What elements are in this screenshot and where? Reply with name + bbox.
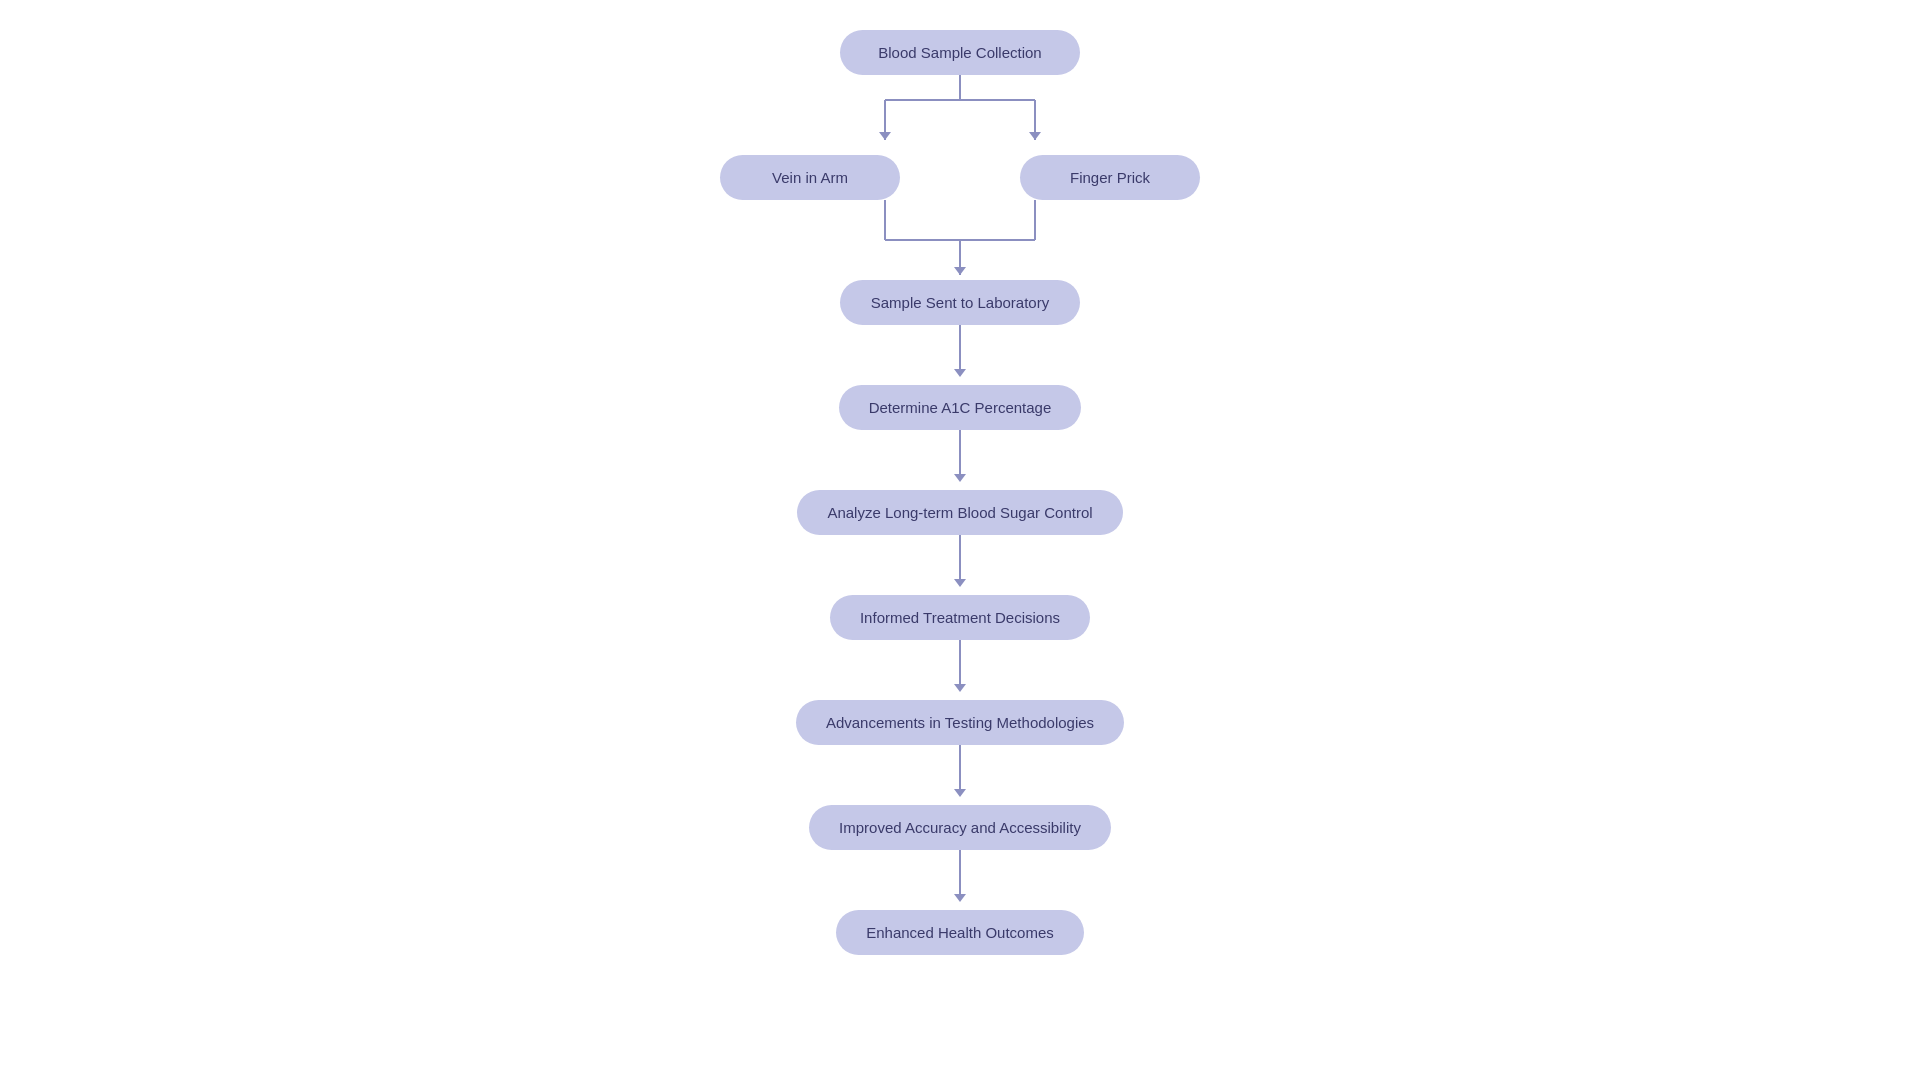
node-vein-in-arm-label: Vein in Arm <box>772 169 848 186</box>
node-determine-a1c-label: Determine A1C Percentage <box>869 399 1052 416</box>
svg-marker-20 <box>954 789 966 797</box>
svg-marker-22 <box>954 894 966 902</box>
svg-marker-18 <box>954 684 966 692</box>
node-enhanced-label: Enhanced Health Outcomes <box>866 924 1054 941</box>
node-informed-label: Informed Treatment Decisions <box>860 609 1060 626</box>
node-improved: Improved Accuracy and Accessibility <box>809 805 1111 850</box>
connector-4 <box>950 640 970 700</box>
node-determine-a1c: Determine A1C Percentage <box>839 385 1082 430</box>
connector-1 <box>950 325 970 385</box>
node-sample-sent-label: Sample Sent to Laboratory <box>871 294 1049 311</box>
node-finger-prick-label: Finger Prick <box>1070 169 1150 186</box>
svg-marker-10 <box>954 267 966 275</box>
connector-2 <box>950 430 970 490</box>
connector-3 <box>950 535 970 595</box>
branch-out-svg <box>800 75 1120 155</box>
node-advancements: Advancements in Testing Methodologies <box>796 700 1124 745</box>
node-improved-label: Improved Accuracy and Accessibility <box>839 819 1081 836</box>
connector-6 <box>950 850 970 910</box>
svg-marker-14 <box>954 474 966 482</box>
svg-marker-12 <box>954 369 966 377</box>
flowchart: Blood Sample Collection Vein in Arm Fing… <box>720 20 1200 955</box>
svg-marker-4 <box>879 132 891 140</box>
node-finger-prick: Finger Prick <box>1020 155 1200 200</box>
branch-merge-svg <box>800 200 1120 280</box>
node-enhanced: Enhanced Health Outcomes <box>836 910 1084 955</box>
node-blood-sample: Blood Sample Collection <box>840 30 1080 75</box>
svg-marker-16 <box>954 579 966 587</box>
node-analyze-label: Analyze Long-term Blood Sugar Control <box>827 504 1092 521</box>
node-vein-in-arm: Vein in Arm <box>720 155 900 200</box>
node-blood-sample-label: Blood Sample Collection <box>878 44 1041 61</box>
node-sample-sent: Sample Sent to Laboratory <box>840 280 1080 325</box>
branch-nodes: Vein in Arm Finger Prick <box>720 155 1200 200</box>
connector-5 <box>950 745 970 805</box>
node-informed: Informed Treatment Decisions <box>830 595 1090 640</box>
node-analyze: Analyze Long-term Blood Sugar Control <box>797 490 1122 535</box>
node-advancements-label: Advancements in Testing Methodologies <box>826 714 1094 731</box>
svg-marker-5 <box>1029 132 1041 140</box>
